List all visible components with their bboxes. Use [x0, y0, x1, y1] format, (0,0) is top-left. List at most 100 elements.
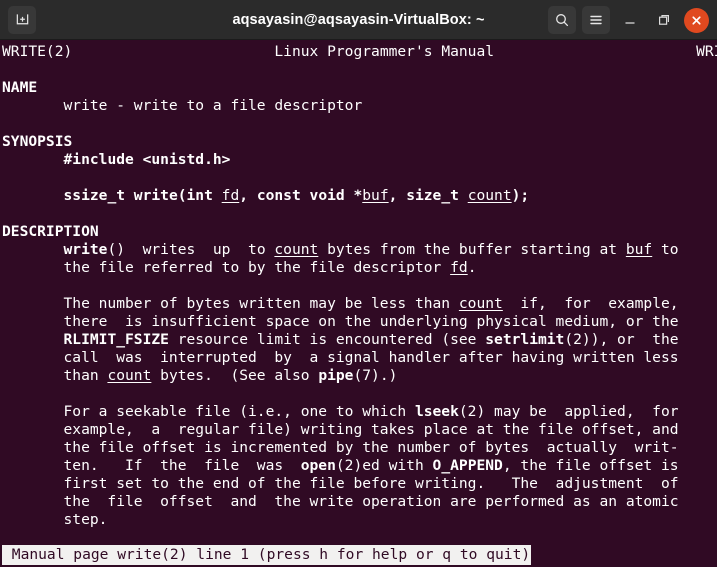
terminal-line-desc-p2-l1: The number of bytes written may be less …: [2, 295, 717, 313]
terminal-line-desc-p3-l4: ten. If the file was open(2)ed with O_AP…: [2, 457, 717, 475]
new-tab-icon: [16, 14, 28, 25]
terminal-text-span: the file offset and the write operation …: [2, 493, 679, 510]
terminal-line-desc-p2-l4: call was interrupted by a signal handler…: [2, 349, 717, 367]
terminal-line-manpage-header: WRITE(2) Linux Programmer's Manual WRITE…: [2, 43, 717, 61]
terminal-text-span: buf: [362, 187, 389, 204]
close-button[interactable]: [684, 7, 709, 33]
close-icon: [692, 15, 701, 25]
terminal-text-span: to: [652, 241, 679, 258]
terminal-line-synopsis-include: #include <unistd.h>: [2, 151, 717, 169]
search-button[interactable]: [548, 6, 576, 34]
terminal-text-span: resource limit is encountered (see: [168, 331, 486, 348]
terminal-line-blank-3: [2, 169, 717, 187]
terminal-text-span: write: [63, 241, 108, 258]
terminal-line-synopsis-proto: ssize_t write(int fd, const void *buf, s…: [2, 187, 717, 205]
maximize-button[interactable]: [650, 6, 678, 34]
terminal-line-desc-p3-l5: first set to the end of the file before …: [2, 475, 717, 493]
terminal-text-span: , const void *: [239, 187, 363, 204]
hamburger-menu-icon: [590, 15, 602, 25]
terminal-text-span: WRITE(2): [2, 43, 73, 60]
terminal-text-span: there is insufficient space on the under…: [2, 313, 679, 330]
terminal-text-span: the file offset is incremented by the nu…: [2, 439, 679, 456]
terminal-line-desc-p3-l1: For a seekable file (i.e., one to which …: [2, 403, 717, 421]
terminal-text-span: [494, 43, 696, 60]
terminal-text-span: count: [274, 241, 319, 258]
terminal-line-blank-5: [2, 277, 717, 295]
terminal-line-desc-p3-l3: the file offset is incremented by the nu…: [2, 439, 717, 457]
terminal-text-span: O_APPEND: [432, 457, 503, 474]
terminal-line-section-description: DESCRIPTION: [2, 223, 717, 241]
terminal-line-desc-p2-l3: RLIMIT_FSIZE resource limit is encounter…: [2, 331, 717, 349]
terminal-text-span: write - write to a file descriptor: [2, 97, 363, 114]
terminal-text-span: example, a regular file) writing takes p…: [2, 421, 679, 438]
terminal-text-span: setrlimit: [485, 331, 565, 348]
terminal-text-span: );: [511, 187, 530, 204]
terminal-text-span: step.: [2, 511, 108, 528]
terminal-text-span: (7).): [353, 367, 398, 384]
terminal-text-span: the file referred to by the file descrip…: [2, 259, 451, 276]
terminal-line-desc-p2-l5: than count bytes. (See also pipe(7).): [2, 367, 717, 385]
window-titlebar: aqsayasin@aqsayasin-VirtualBox: ~: [0, 0, 717, 40]
terminal-text-span: bytes from the buffer starting at: [318, 241, 626, 258]
terminal-text-span: count: [458, 295, 503, 312]
terminal-text-span: () writes up to: [107, 241, 275, 258]
terminal-text-span: count: [107, 367, 152, 384]
terminal-line-desc-p1-l1: write() writes up to count bytes from th…: [2, 241, 717, 259]
terminal-text-span: bytes. (See also: [151, 367, 319, 384]
terminal-text-span: , the file offset is: [502, 457, 679, 474]
terminal-text-span: count: [467, 187, 512, 204]
terminal-text-span: [2, 151, 64, 168]
terminal-line-section-synopsis: SYNOPSIS: [2, 133, 717, 151]
terminal-text-span: [2, 187, 64, 204]
terminal-text-span: .: [467, 259, 477, 276]
terminal-text-span: Linux Programmer's Manual: [274, 43, 495, 60]
terminal-text-span: call was interrupted by a signal handler…: [2, 349, 679, 366]
terminal-text-span: than: [2, 367, 108, 384]
minimize-button[interactable]: [616, 6, 644, 34]
terminal-line-blank-6: [2, 385, 717, 403]
terminal-line-desc-p3-l7: step.: [2, 511, 717, 529]
terminal-text-span: [72, 43, 274, 60]
terminal-line-blank-1: [2, 61, 717, 79]
terminal-text-span: ten. If the file was: [2, 457, 301, 474]
terminal-text-span: The number of bytes written may be less …: [2, 295, 459, 312]
terminal-text-span: RLIMIT_FSIZE: [63, 331, 169, 348]
terminal-text-span: pipe: [318, 367, 354, 384]
terminal-text-span: SYNOPSIS: [2, 133, 73, 150]
new-tab-button[interactable]: [8, 5, 36, 34]
terminal-screen[interactable]: WRITE(2) Linux Programmer's Manual WRITE…: [2, 43, 717, 529]
pager-status-line: Manual page write(2) line 1 (press h for…: [2, 545, 532, 565]
terminal-text-span: fd: [450, 259, 468, 276]
minimize-icon: [625, 22, 635, 24]
terminal-line-desc-p3-l2: example, a regular file) writing takes p…: [2, 421, 717, 439]
terminal-text-span: buf: [625, 241, 653, 258]
terminal-text-span: first set to the end of the file before …: [2, 475, 679, 492]
terminal-text-span: , size_t: [388, 187, 468, 204]
terminal-text-span: [2, 241, 64, 258]
terminal-text-span: ssize_t write(int: [63, 187, 222, 204]
terminal-line-desc-p3-l6: the file offset and the write operation …: [2, 493, 717, 511]
terminal-line-name-body: write - write to a file descriptor: [2, 97, 717, 115]
terminal-line-section-name: NAME: [2, 79, 717, 97]
terminal-text-span: open: [300, 457, 336, 474]
terminal-text-span: WRITE(2): [696, 43, 717, 60]
terminal-text-span: NAME: [2, 79, 38, 96]
terminal-line-blank-4: [2, 205, 717, 223]
menu-button[interactable]: [582, 6, 610, 34]
terminal-text-span: lseek: [414, 403, 459, 420]
terminal-text-span: (2)), or the: [564, 331, 679, 348]
terminal-text-span: if, for example,: [502, 295, 679, 312]
search-icon: [556, 14, 569, 27]
terminal-line-blank-2: [2, 115, 717, 133]
terminal-text-span: DESCRIPTION: [2, 223, 99, 240]
terminal-line-desc-p2-l2: there is insufficient space on the under…: [2, 313, 717, 331]
titlebar-right-group: [548, 0, 713, 40]
maximize-restore-icon: [658, 15, 669, 25]
titlebar-left-group: [0, 5, 42, 34]
terminal-body[interactable]: WRITE(2) Linux Programmer's Manual WRITE…: [0, 40, 717, 567]
terminal-text-span: #include <unistd.h>: [63, 151, 231, 168]
terminal-text-span: fd: [221, 187, 240, 204]
terminal-text-span: (2) may be applied, for: [458, 403, 679, 420]
terminal-text-span: [2, 331, 64, 348]
terminal-text-span: (2)ed with: [335, 457, 433, 474]
